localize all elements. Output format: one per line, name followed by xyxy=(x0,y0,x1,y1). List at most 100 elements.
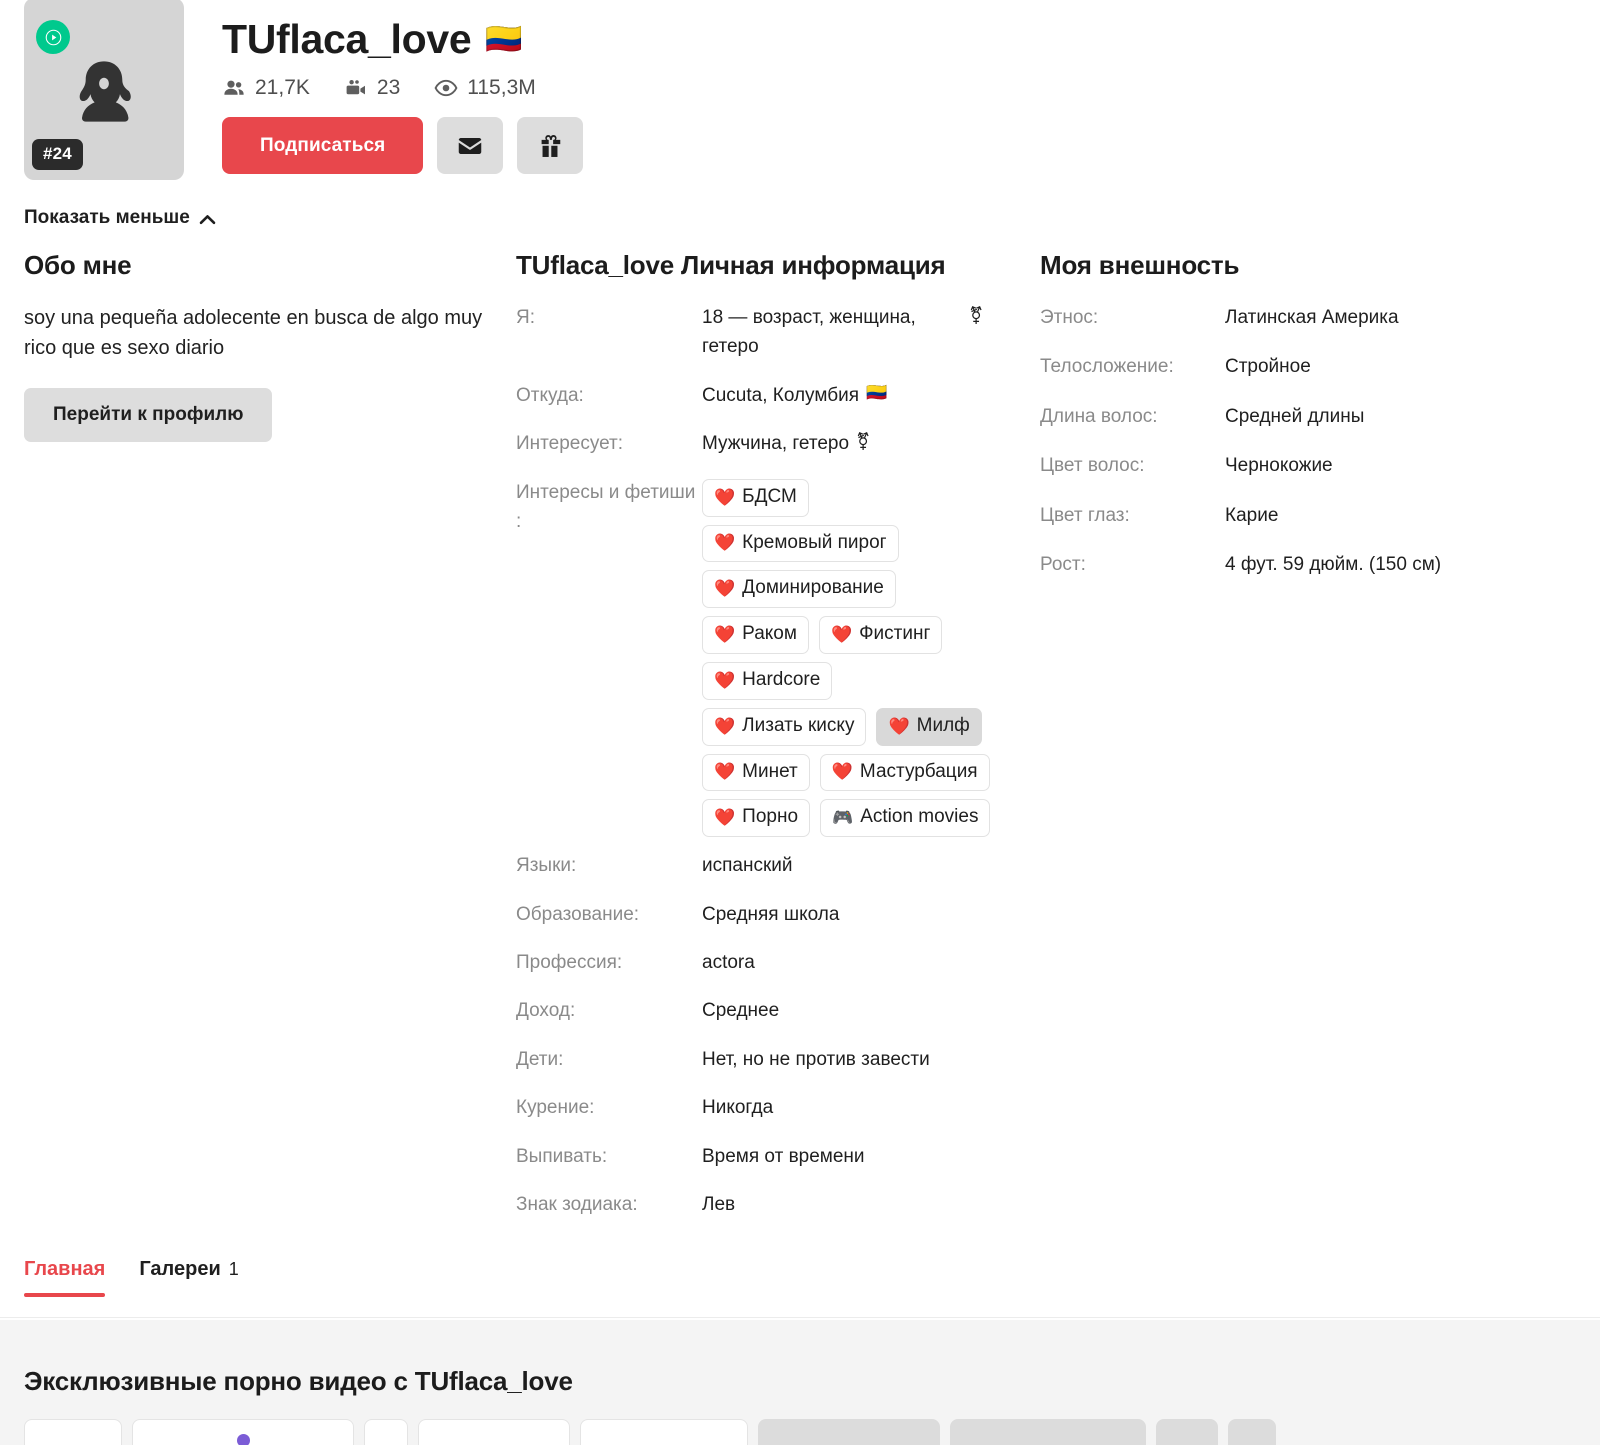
avatar[interactable]: #24 xyxy=(24,0,184,180)
personal-info-column: TUflaca_love Личная информация Я: 18 — в… xyxy=(516,250,1040,1239)
interest-tag-label: Раком xyxy=(742,623,797,645)
filter-chip[interactable] xyxy=(950,1419,1146,1445)
send-message-button[interactable] xyxy=(437,117,504,175)
interest-tag-label: Фистинг xyxy=(859,623,931,645)
interest-tag[interactable]: ❤️ Раком xyxy=(702,616,809,654)
interest-tag[interactable]: ❤️ Порно xyxy=(702,799,811,838)
interest-tag[interactable]: ❤️ Фистинг xyxy=(818,616,943,654)
stat-views-value: 115,3M xyxy=(467,76,536,100)
exclusive-videos-section: Эксклюзивные порно видео с TUflaca_love xyxy=(0,1320,1600,1445)
info-row-from-value: Cucuta, Колумбия xyxy=(702,384,859,406)
info-row-key: Дети: xyxy=(516,1048,564,1070)
info-row-value: Никогда xyxy=(702,1097,774,1119)
filter-chip[interactable] xyxy=(1156,1419,1218,1445)
info-row: Курение: Никогда xyxy=(516,1093,1040,1122)
send-gift-button[interactable] xyxy=(517,117,584,175)
heart-icon: ❤️ xyxy=(830,625,853,645)
appearance-row-key: Рост: xyxy=(1040,554,1086,576)
interest-tag[interactable]: ❤️ Доминирование xyxy=(702,570,896,609)
interest-tag[interactable]: 🎮 Action movies xyxy=(820,799,991,838)
info-row-key: Знак зодиака: xyxy=(516,1194,638,1216)
heart-icon: ❤️ xyxy=(714,625,736,645)
info-row-me: Я: 18 — возраст, женщина, гетеро ⚧ xyxy=(516,303,1040,362)
filter-chip[interactable] xyxy=(418,1419,570,1445)
interest-tag-label: Hardcore xyxy=(742,668,821,690)
stat-followers-value: 21,7K xyxy=(255,76,310,100)
info-row-key: Выпивать: xyxy=(516,1145,608,1167)
appearance-row-value: 4 фут. 59 дюйм. (150 см) xyxy=(1225,554,1442,576)
appearance-row: Длина волос: Средней длины xyxy=(1040,402,1580,431)
info-row-value: Нет, но не против завести xyxy=(702,1048,930,1070)
interest-tag[interactable]: ❤️ Милф xyxy=(876,707,982,746)
filter-chip[interactable] xyxy=(1228,1419,1276,1445)
appearance-row-key: Длина волос: xyxy=(1040,405,1158,427)
info-row-me-key: Я: xyxy=(516,307,535,328)
video-camera-icon xyxy=(344,76,368,100)
interest-tag[interactable]: ❤️ БДСМ xyxy=(702,478,809,517)
appearance-row-value: Средней длины xyxy=(1225,405,1365,427)
country-flag-icon: 🇨🇴 xyxy=(865,382,888,402)
info-row: Знак зодиака: Лев xyxy=(516,1190,1040,1219)
appearance-row-value: Карие xyxy=(1225,504,1279,526)
interest-tag[interactable]: ❤️ Минет xyxy=(702,753,810,792)
info-rows-after: Языки: испанский Образование: Средняя школа… xyxy=(516,851,1040,1220)
show-less-label: Показать меньше xyxy=(24,207,190,228)
info-row-interested-in: Интересует: Мужчина, гетеро ⚧ xyxy=(516,429,1040,458)
info-row-key: Образование: xyxy=(516,903,640,925)
filter-chip[interactable] xyxy=(364,1419,408,1445)
filter-chip[interactable] xyxy=(24,1419,122,1445)
info-row: Доход: Среднее xyxy=(516,996,1040,1025)
interest-tag[interactable]: ❤️ Лизать киску xyxy=(702,707,867,746)
info-row: Профессия: actora xyxy=(516,948,1040,977)
profile-page: #24 TUflaca_love 🇨🇴 21,7K 23 115,3M Подп… xyxy=(0,0,1600,1445)
tab-count: 1 xyxy=(228,1259,239,1279)
info-row-interests: Интересы и фетиши : ❤️ БДСМ ❤️ Кремовый пир… xyxy=(516,478,1040,838)
info-row-me-value-wrap: 18 — возраст, женщина, гетеро ⚧ xyxy=(702,303,983,362)
content-tabs: Главная Галереи 1 xyxy=(0,1258,1600,1318)
info-row-value: actora xyxy=(702,952,755,973)
heart-icon: ❤️ xyxy=(831,762,853,782)
subscribe-button[interactable]: Подписаться xyxy=(222,117,424,175)
interest-tag-label: БДСМ xyxy=(742,485,797,507)
tab-main[interactable]: Главная xyxy=(24,1258,106,1297)
appearance-row: Этнос: Латинская Америка xyxy=(1040,303,1580,332)
interest-tag[interactable]: ❤️ Мастурбация xyxy=(819,753,990,792)
page-title: TUflaca_love xyxy=(222,16,472,62)
filter-chip[interactable] xyxy=(580,1419,748,1445)
interest-tag-label: Порно xyxy=(742,806,799,828)
interest-tag-label: Кремовый пирог xyxy=(742,531,887,553)
interest-tag[interactable]: ❤️ Кремовый пирог xyxy=(702,524,899,563)
appearance-row: Цвет глаз: Карие xyxy=(1040,501,1580,530)
interest-tag-list: ❤️ БДСМ ❤️ Кремовый пирог ❤️ Доминирование ❤️ Р… xyxy=(702,478,1002,838)
info-row-key: Доход: xyxy=(516,1000,576,1022)
tab-label: Главная xyxy=(24,1258,106,1280)
info-row-interested-in-value-wrap: Мужчина, гетеро ⚧ xyxy=(702,429,870,458)
about-column: Обо мне soy una pequeña adolecente en bu… xyxy=(0,250,516,1239)
info-row-key: Языки: xyxy=(516,855,577,877)
chip-dot-icon xyxy=(236,1433,250,1445)
heart-icon: ❤️ xyxy=(714,533,736,553)
info-row-value: Среднее xyxy=(702,1000,780,1022)
filter-chip[interactable] xyxy=(758,1419,940,1445)
filter-chip[interactable] xyxy=(132,1419,354,1445)
heart-icon: ❤️ xyxy=(714,762,736,782)
about-text: soy una pequeña adolecente en busca de a… xyxy=(24,307,483,360)
stat-videos: 23 xyxy=(344,76,400,100)
exclusive-videos-title: Эксклюзивные порно видео с TUflaca_love xyxy=(24,1366,573,1396)
live-play-badge[interactable] xyxy=(36,20,70,54)
interest-tag[interactable]: ❤️ Hardcore xyxy=(702,661,833,700)
show-less-toggle[interactable]: Показать меньше xyxy=(24,207,216,229)
profile-columns: Обо мне soy una pequeña adolecente en bu… xyxy=(0,250,1600,1239)
info-row-interested-in-key: Интересует: xyxy=(516,433,624,455)
heart-icon: ❤️ xyxy=(714,808,736,828)
profile-stats: 21,7K 23 115,3M xyxy=(222,76,583,100)
interest-tag-label: Мастурбация xyxy=(859,760,978,782)
profile-header-info: TUflaca_love 🇨🇴 21,7K 23 115,3M Подписат… xyxy=(222,0,584,175)
heart-icon: ❤️ xyxy=(888,716,910,736)
goto-profile-button[interactable]: Перейти к профилю xyxy=(24,387,273,442)
appearance-title: Моя внешность xyxy=(1040,250,1240,280)
tab-galleries[interactable]: Галереи 1 xyxy=(139,1258,238,1297)
filter-chip-row xyxy=(24,1419,1576,1445)
info-row-interests-key: Интересы и фетиши : xyxy=(516,481,696,533)
info-row: Выпивать: Время от времени xyxy=(516,1142,1040,1171)
